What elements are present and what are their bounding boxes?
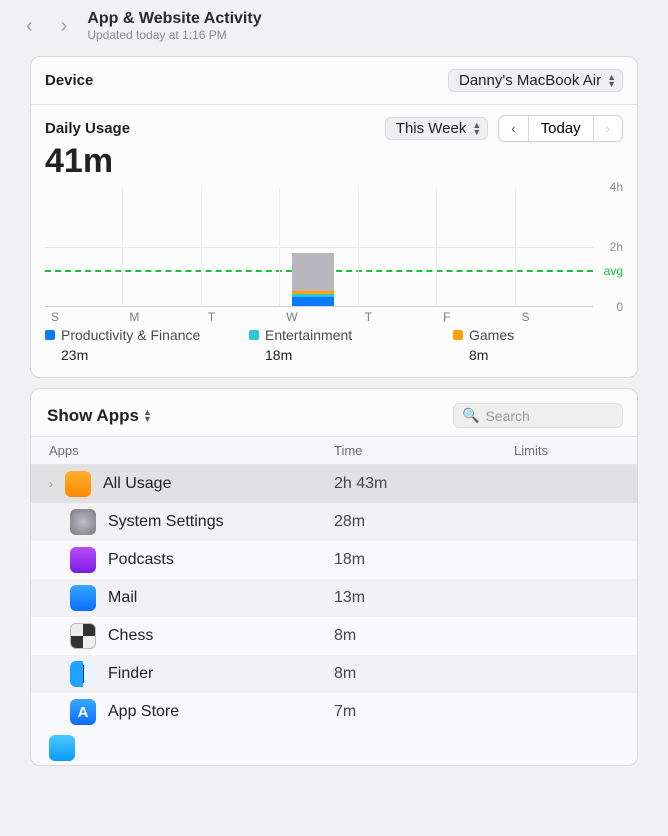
prev-period-button[interactable]: ‹	[499, 117, 527, 140]
legend-swatch	[249, 330, 259, 340]
nav-back-icon[interactable]: ‹	[26, 16, 33, 36]
app-name: App Store	[108, 703, 179, 721]
app-name: All Usage	[103, 475, 171, 493]
legend-item-games: Games 8m	[453, 327, 623, 363]
legend-swatch	[453, 330, 463, 340]
chart-day-column[interactable]: S	[45, 187, 123, 306]
col-time: Time	[334, 443, 514, 458]
app-icon	[49, 735, 75, 761]
app-time: 18m	[334, 551, 514, 569]
app-icon	[70, 585, 96, 611]
x-tick-label: F	[443, 306, 450, 324]
chart-day-column[interactable]: F	[437, 187, 515, 306]
chart-day-column[interactable]: T	[359, 187, 437, 306]
table-row[interactable]: Chess 8m	[31, 617, 637, 655]
chart-day-column[interactable]: W	[280, 187, 358, 306]
daily-usage-label: Daily Usage	[45, 120, 375, 137]
app-time: 2h 43m	[334, 475, 514, 493]
app-name: Mail	[108, 589, 137, 607]
legend-swatch	[45, 330, 55, 340]
app-icon	[70, 547, 96, 573]
show-apps-label: Show Apps	[47, 406, 139, 426]
range-selector[interactable]: This Week ▲▼	[385, 117, 489, 140]
legend-label: Games	[469, 327, 514, 343]
device-selected-value: Danny's MacBook Air	[459, 72, 601, 89]
avg-label: avg	[604, 264, 623, 278]
chart-day-column[interactable]: M	[123, 187, 201, 306]
date-pager: ‹ Today ›	[498, 115, 623, 142]
table-row-peek[interactable]	[31, 731, 637, 765]
x-tick-label: S	[522, 306, 530, 324]
page-title: App & Website Activity	[87, 10, 261, 28]
legend-item-ent: Entertainment 18m	[249, 327, 439, 363]
legend-label: Entertainment	[265, 327, 352, 343]
app-icon	[70, 699, 96, 725]
app-icon	[70, 509, 96, 535]
usage-chart: SMTWTFS 4h2h0avg	[45, 187, 623, 307]
app-name: Finder	[108, 665, 153, 683]
legend-item-prod: Productivity & Finance 23m	[45, 327, 235, 363]
y-tick-label: 2h	[610, 240, 623, 254]
table-row[interactable]: Mail 13m	[31, 579, 637, 617]
table-row[interactable]: Podcasts 18m	[31, 541, 637, 579]
legend-label: Productivity & Finance	[61, 327, 200, 343]
app-icon	[65, 471, 91, 497]
device-selector[interactable]: Danny's MacBook Air ▲▼	[448, 69, 623, 92]
table-row[interactable]: › All Usage 2h 43m	[31, 465, 637, 503]
updown-icon: ▲▼	[472, 122, 481, 136]
y-tick-label: 0	[616, 300, 623, 314]
x-tick-label: W	[286, 306, 297, 324]
table-row[interactable]: System Settings 28m	[31, 503, 637, 541]
app-name: Podcasts	[108, 551, 174, 569]
updown-icon: ▲▼	[143, 409, 152, 423]
range-selected-value: This Week	[396, 120, 467, 137]
daily-usage-total: 41m	[31, 142, 637, 187]
y-tick-label: 4h	[610, 180, 623, 194]
search-icon: 🔍	[462, 407, 479, 424]
table-row[interactable]: App Store 7m	[31, 693, 637, 731]
chart-day-column[interactable]: T	[202, 187, 280, 306]
device-label: Device	[45, 72, 93, 89]
table-row[interactable]: Finder 8m	[31, 655, 637, 693]
app-name: System Settings	[108, 513, 224, 531]
app-icon	[70, 661, 96, 687]
app-icon	[70, 623, 96, 649]
x-tick-label: S	[51, 306, 59, 324]
app-time: 28m	[334, 513, 514, 531]
updown-icon: ▲▼	[607, 74, 616, 88]
app-time: 8m	[334, 627, 514, 645]
x-tick-label: T	[208, 306, 215, 324]
x-tick-label: M	[129, 306, 139, 324]
nav-forward-icon[interactable]: ›	[61, 16, 68, 36]
col-limits: Limits	[514, 443, 619, 458]
legend-value: 8m	[453, 347, 623, 363]
app-time: 7m	[334, 703, 514, 721]
app-name: Chess	[108, 627, 153, 645]
x-tick-label: T	[365, 306, 372, 324]
show-apps-selector[interactable]: Show Apps ▲▼	[47, 406, 152, 426]
chart-day-column[interactable]: S	[516, 187, 593, 306]
bar-segment-other	[292, 253, 334, 291]
search-field[interactable]: 🔍	[453, 403, 623, 428]
app-time: 13m	[334, 589, 514, 607]
next-period-button[interactable]: ›	[594, 117, 622, 140]
legend-value: 23m	[45, 347, 235, 363]
app-time: 8m	[334, 665, 514, 683]
col-apps: Apps	[49, 443, 334, 458]
bar-segment-prod	[292, 297, 334, 307]
search-input[interactable]	[485, 408, 614, 424]
legend-value: 18m	[249, 347, 439, 363]
today-button[interactable]: Today	[529, 116, 593, 141]
page-subtitle: Updated today at 1:16 PM	[87, 28, 261, 42]
chevron-right-icon: ›	[49, 477, 53, 491]
